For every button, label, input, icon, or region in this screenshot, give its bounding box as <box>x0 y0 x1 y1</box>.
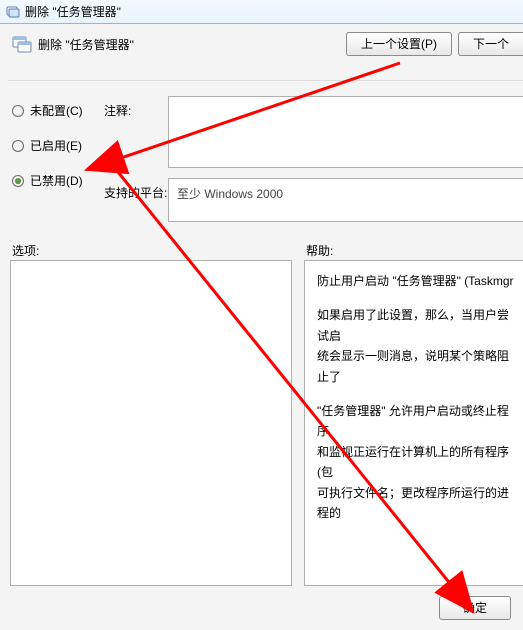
comment-textarea[interactable] <box>168 96 523 168</box>
header-subtitle: 删除 "任务管理器" <box>38 36 134 53</box>
title-bar: 删除 "任务管理器" <box>0 0 523 24</box>
prev-setting-button[interactable]: 上一个设置(P) <box>346 32 452 56</box>
window-title: 删除 "任务管理器" <box>25 3 121 20</box>
help-label: 帮助: <box>306 242 333 259</box>
platform-text: 至少 Windows 2000 <box>168 178 523 222</box>
radio-disabled[interactable]: 已禁用(D) <box>12 172 83 189</box>
radio-enabled[interactable]: 已启用(E) <box>12 137 83 154</box>
policy-icon <box>12 34 32 54</box>
separator <box>8 80 523 81</box>
radio-label: 已禁用(D) <box>30 172 83 189</box>
ok-button[interactable]: 确定 <box>439 596 511 620</box>
help-line: 防止用户启动 "任务管理器" (Taskmgr <box>317 271 515 291</box>
comment-label: 注释: <box>104 102 131 119</box>
options-panel <box>10 260 292 586</box>
radio-label: 已启用(E) <box>30 137 82 154</box>
help-line: 如果启用了此设置，那么，当用户尝试启 统会显示一则消息，说明某个策略阻止了 <box>317 305 515 387</box>
header-row: 删除 "任务管理器" 上一个设置(P) 下一个 <box>0 30 523 58</box>
help-panel: 防止用户启动 "任务管理器" (Taskmgr 如果启用了此设置，那么，当用户尝… <box>304 260 523 586</box>
radio-dot-icon <box>12 140 24 152</box>
next-setting-button[interactable]: 下一个 <box>458 32 523 56</box>
options-label: 选项: <box>12 242 39 259</box>
radio-dot-icon <box>12 105 24 117</box>
help-line: "任务管理器" 允许用户启动或终止程序 和监视正运行在计算机上的所有程序(包 可… <box>317 401 515 523</box>
config-radio-group: 未配置(C) 已启用(E) 已禁用(D) <box>12 102 83 189</box>
platform-label: 支持的平台: <box>104 184 167 201</box>
radio-label: 未配置(C) <box>30 102 83 119</box>
radio-dot-icon <box>12 175 24 187</box>
window-icon <box>6 5 20 19</box>
radio-not-configured[interactable]: 未配置(C) <box>12 102 83 119</box>
client-area: 删除 "任务管理器" 上一个设置(P) 下一个 未配置(C) 已启用(E) 已禁… <box>0 24 523 630</box>
